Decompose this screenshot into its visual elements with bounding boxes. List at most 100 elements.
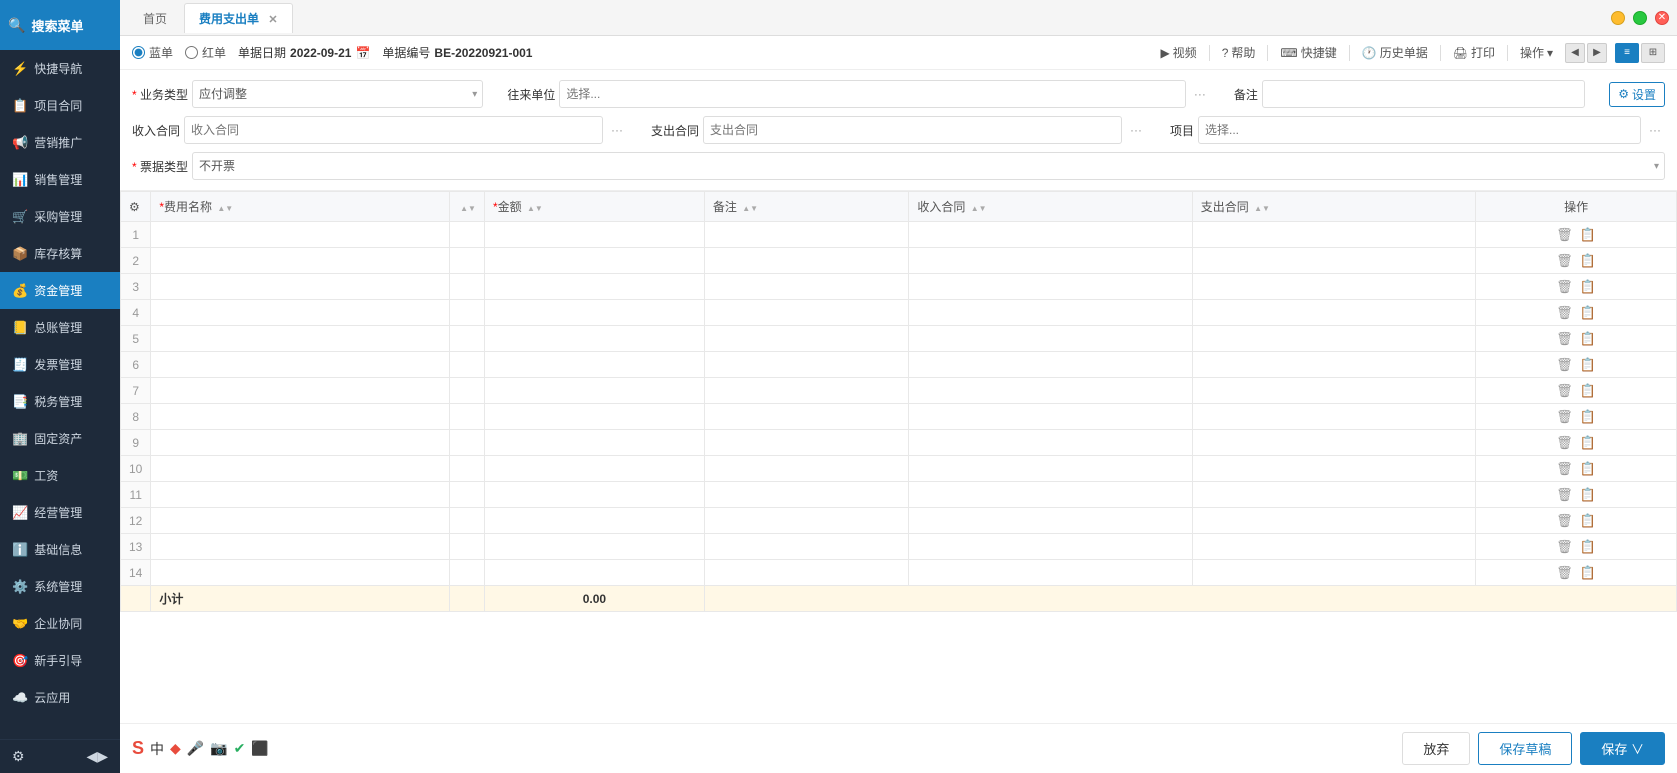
expense-name-cell[interactable]	[151, 300, 450, 326]
copy-icon[interactable]: 📋	[1580, 253, 1596, 268]
copy-icon[interactable]: 📋	[1580, 435, 1596, 450]
amount-cell[interactable]	[484, 248, 704, 274]
chinese-input-icon[interactable]: 中	[150, 739, 164, 759]
copy-icon[interactable]: 📋	[1580, 461, 1596, 476]
income-contract-cell[interactable]	[909, 534, 1192, 560]
income-contract-cell[interactable]	[909, 560, 1192, 586]
project-input[interactable]	[1198, 116, 1641, 144]
expense-contract-cell[interactable]	[1192, 482, 1475, 508]
copy-icon[interactable]: 📋	[1580, 513, 1596, 528]
expense-contract-cell[interactable]	[1192, 326, 1475, 352]
sidebar-item-purchase[interactable]: 🛒 采购管理	[0, 198, 120, 235]
radio-red-label[interactable]: 红单	[185, 44, 226, 61]
copy-icon[interactable]: 📋	[1580, 383, 1596, 398]
sidebar-item-project-contract[interactable]: 📋 项目合同	[0, 87, 120, 124]
income-contract-ellipsis[interactable]: ···	[607, 123, 627, 137]
sidebar-item-capital[interactable]: 💰 资金管理	[0, 272, 120, 309]
expense-name-cell[interactable]	[151, 430, 450, 456]
copy-icon[interactable]: 📋	[1580, 331, 1596, 346]
sort6-icon[interactable]: ▲▼	[1254, 204, 1270, 213]
income-contract-cell[interactable]	[909, 482, 1192, 508]
tab-close-icon[interactable]: ✕	[268, 14, 277, 26]
sort5-icon[interactable]: ▲▼	[971, 204, 987, 213]
expense-name-cell[interactable]	[151, 560, 450, 586]
expense-name-cell[interactable]	[151, 326, 450, 352]
delete-icon[interactable]: 🗑	[1556, 461, 1573, 476]
amount-cell[interactable]	[484, 404, 704, 430]
notes-cell[interactable]	[704, 248, 909, 274]
amount-cell[interactable]	[484, 508, 704, 534]
video-btn[interactable]: ▶ 视频	[1156, 42, 1200, 63]
delete-icon[interactable]: 🗑	[1556, 565, 1573, 580]
sidebar-item-salary[interactable]: 💵 工资	[0, 457, 120, 494]
project-ellipsis[interactable]: ···	[1645, 123, 1665, 137]
calendar-icon[interactable]: 📅	[355, 46, 370, 60]
amount-cell[interactable]	[484, 482, 704, 508]
tab-expense-bill[interactable]: 费用支出单 ✕	[184, 3, 293, 33]
delete-icon[interactable]: 🗑	[1556, 227, 1573, 242]
notes-cell[interactable]	[704, 378, 909, 404]
notes-cell[interactable]	[704, 534, 909, 560]
delete-icon[interactable]: 🗑	[1556, 357, 1573, 372]
sort-icon[interactable]: ▲▼	[217, 204, 233, 213]
expense-contract-ellipsis[interactable]: ···	[1126, 123, 1146, 137]
radio-blue-label[interactable]: 蓝单	[132, 44, 173, 61]
sidebar-item-new-guide[interactable]: 🎯 新手引导	[0, 642, 120, 679]
expense-name-cell[interactable]	[151, 508, 450, 534]
invoice-type-select[interactable]: 不开票	[192, 152, 1665, 180]
partner-ellipsis[interactable]: ···	[1190, 87, 1210, 101]
minimize-button[interactable]	[1611, 11, 1625, 25]
expense-contract-input[interactable]	[703, 116, 1122, 144]
camera-icon[interactable]: 📷	[210, 740, 227, 757]
radio-red[interactable]	[185, 46, 198, 59]
sidebar-item-quick-nav[interactable]: ⚡ 快捷导航	[0, 50, 120, 87]
expense-contract-cell[interactable]	[1192, 248, 1475, 274]
expense-contract-cell[interactable]	[1192, 300, 1475, 326]
delete-icon[interactable]: 🗑	[1556, 279, 1573, 294]
sidebar-item-enterprise[interactable]: 🤝 企业协同	[0, 605, 120, 642]
copy-icon[interactable]: 📋	[1580, 279, 1596, 294]
amount-cell[interactable]	[484, 352, 704, 378]
delete-icon[interactable]: 🗑	[1556, 409, 1573, 424]
notes-cell[interactable]	[704, 430, 909, 456]
delete-icon[interactable]: 🗑	[1556, 305, 1573, 320]
delete-icon[interactable]: 🗑	[1556, 513, 1573, 528]
notes-cell[interactable]	[704, 404, 909, 430]
expense-name-cell[interactable]	[151, 378, 450, 404]
expense-contract-cell[interactable]	[1192, 456, 1475, 482]
mic-icon[interactable]: 🎤	[187, 740, 204, 757]
expense-contract-cell[interactable]	[1192, 378, 1475, 404]
expense-name-cell[interactable]	[151, 248, 450, 274]
expense-contract-cell[interactable]	[1192, 534, 1475, 560]
grid-view-btn[interactable]: ⊞	[1641, 43, 1665, 63]
list-view-btn[interactable]: ≡	[1615, 43, 1639, 63]
amount-cell[interactable]	[484, 222, 704, 248]
sidebar-item-inventory[interactable]: 📦 库存核算	[0, 235, 120, 272]
delete-icon[interactable]: 🗑	[1556, 331, 1573, 346]
amount-cell[interactable]	[484, 300, 704, 326]
print-btn[interactable]: 🖨 打印	[1449, 42, 1499, 63]
shortcuts-btn[interactable]: ⌨ 快捷键	[1276, 42, 1340, 63]
sidebar-item-ops-mgmt[interactable]: 📈 经营管理	[0, 494, 120, 531]
copy-icon[interactable]: 📋	[1580, 409, 1596, 424]
tab-home[interactable]: 首页	[128, 3, 182, 33]
prev-arrow[interactable]: ◀	[1565, 43, 1585, 63]
delete-icon[interactable]: 🗑	[1556, 383, 1573, 398]
income-contract-cell[interactable]	[909, 352, 1192, 378]
amount-cell[interactable]	[484, 456, 704, 482]
notes-cell[interactable]	[704, 274, 909, 300]
expense-name-cell[interactable]	[151, 482, 450, 508]
delete-icon[interactable]: 🗑	[1556, 539, 1573, 554]
income-contract-cell[interactable]	[909, 248, 1192, 274]
expense-name-cell[interactable]	[151, 274, 450, 300]
help-btn[interactable]: ? 帮助	[1218, 42, 1260, 63]
sort2-icon[interactable]: ▲▼	[460, 204, 476, 213]
check-icon[interactable]: ✔	[234, 740, 246, 757]
notes-input[interactable]	[1262, 80, 1585, 108]
sidebar-item-invoice[interactable]: 🧾 发票管理	[0, 346, 120, 383]
next-arrow[interactable]: ▶	[1587, 43, 1607, 63]
expense-contract-cell[interactable]	[1192, 404, 1475, 430]
sidebar-item-accounting[interactable]: 📒 总账管理	[0, 309, 120, 346]
income-contract-cell[interactable]	[909, 430, 1192, 456]
income-contract-cell[interactable]	[909, 456, 1192, 482]
